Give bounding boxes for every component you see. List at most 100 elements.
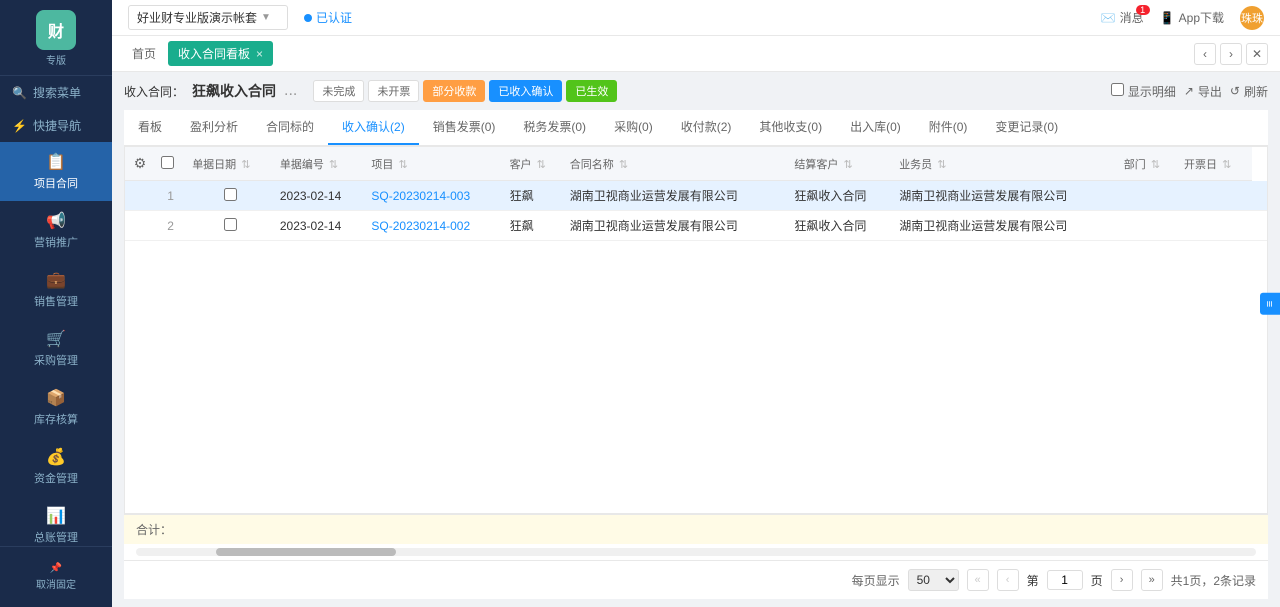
status-uninvoiced[interactable]: 未开票 xyxy=(368,80,419,102)
summary-label: 合计： xyxy=(136,521,172,538)
status-income-confirmed[interactable]: 已收入确认 xyxy=(489,80,562,102)
first-page-button[interactable]: « xyxy=(967,569,989,591)
status-incomplete[interactable]: 未完成 xyxy=(313,80,364,102)
sort-icon[interactable]: ⇅ xyxy=(619,159,628,171)
tab-board[interactable]: 看板 xyxy=(124,110,176,145)
app-icon: 📱 xyxy=(1160,11,1175,25)
sort-icon[interactable]: ⇅ xyxy=(241,159,250,171)
tab-home[interactable]: 首页 xyxy=(124,41,164,66)
more-options-icon[interactable]: ... xyxy=(284,82,297,100)
sort-icon[interactable]: ⇅ xyxy=(329,159,338,171)
sales-icon: 💼 xyxy=(46,270,66,290)
row-code-cell[interactable]: SQ-20230214-003 xyxy=(365,181,503,211)
sort-icon[interactable]: ⇅ xyxy=(1222,159,1231,171)
table-row[interactable]: 1 2023-02-14 SQ-20230214-003 狂飙 湖南卫视商业运营… xyxy=(125,181,1267,211)
tab-attachments[interactable]: 附件(0) xyxy=(915,110,982,145)
sort-icon[interactable]: ⇅ xyxy=(398,159,407,171)
export-button[interactable]: ↗ 导出 xyxy=(1184,83,1222,100)
sort-icon[interactable]: ⇅ xyxy=(843,159,852,171)
tab-contract-board[interactable]: 收入合同看板 × xyxy=(168,41,273,66)
topbar: 好业财专业版演示帐套 ▼ 已认证 ✉️ 消息 1 📱 App下载 珠珠 xyxy=(112,0,1280,36)
sidebar-unpin[interactable]: 📌 取消固定 xyxy=(0,555,112,599)
status-buttons: 未完成 未开票 部分收款 已收入确认 已生效 xyxy=(313,80,617,102)
settings-icon[interactable]: ⚙ xyxy=(134,155,147,171)
row-settings-cell xyxy=(125,211,155,241)
scroll-area[interactable] xyxy=(124,544,1268,560)
tab-purchase[interactable]: 采购(0) xyxy=(600,110,667,145)
row-settings-cell xyxy=(125,181,155,211)
tab-close-icon[interactable]: × xyxy=(256,47,263,61)
tab-close-button[interactable]: ✕ xyxy=(1246,43,1268,65)
next-page-button[interactable]: › xyxy=(1111,569,1133,591)
search-icon: 🔍 xyxy=(12,86,27,100)
table-row[interactable]: 2 2023-02-14 SQ-20230214-002 狂飙 湖南卫视商业运营… xyxy=(125,211,1267,241)
tab-sales-invoice[interactable]: 销售发票(0) xyxy=(419,110,510,145)
tab-tax-invoice[interactable]: 税务发票(0) xyxy=(509,110,600,145)
status-partial-payment[interactable]: 部分收款 xyxy=(423,80,485,102)
sidebar-item-ledger[interactable]: 📊 总账管理 xyxy=(0,496,112,546)
tab-contract-subject[interactable]: 合同标的 xyxy=(252,110,328,145)
tab-income-confirm[interactable]: 收入确认(2) xyxy=(328,110,419,145)
sidebar-item-label: 库存核算 xyxy=(34,411,78,427)
prev-page-button[interactable]: ‹ xyxy=(997,569,1019,591)
tab-next-button[interactable]: › xyxy=(1220,43,1242,65)
sort-icon[interactable]: ⇅ xyxy=(537,159,546,171)
select-all-checkbox[interactable] xyxy=(161,156,174,169)
chevron-down-icon: ▼ xyxy=(261,12,271,23)
sort-icon[interactable]: ⇅ xyxy=(1151,159,1160,171)
scroll-thumb[interactable] xyxy=(216,548,396,556)
tab-warehouse[interactable]: 出入库(0) xyxy=(836,110,915,145)
sidebar-search[interactable]: 🔍 搜索菜单 xyxy=(0,76,112,109)
tab-payment[interactable]: 收付款(2) xyxy=(667,110,746,145)
funds-icon: 💰 xyxy=(46,447,66,467)
topbar-right: ✉️ 消息 1 📱 App下载 珠珠 xyxy=(1101,6,1264,30)
sidebar-item-funds[interactable]: 💰 资金管理 xyxy=(0,437,112,496)
table-body: 1 2023-02-14 SQ-20230214-003 狂飙 湖南卫视商业运营… xyxy=(125,181,1267,241)
app-download-button[interactable]: 📱 App下载 xyxy=(1160,9,1224,26)
sidebar-item-inventory[interactable]: 📦 库存核算 xyxy=(0,378,112,437)
tab-change-log[interactable]: 变更记录(0) xyxy=(981,110,1072,145)
tab-prev-button[interactable]: ‹ xyxy=(1194,43,1216,65)
verified-dot xyxy=(304,14,312,22)
pagination-row: 每页显示 50 100 200 « ‹ 第 页 › » 共1页，2条记录 xyxy=(124,560,1268,599)
per-page-select[interactable]: 50 100 200 xyxy=(908,569,959,591)
status-effective[interactable]: 已生效 xyxy=(566,80,617,102)
table-header: ⚙ 单据日期 ⇅ 单据编号 ⇅ xyxy=(125,147,1267,181)
show-detail-checkbox[interactable] xyxy=(1111,83,1124,96)
row-invoice-date-cell xyxy=(1252,181,1267,211)
user-avatar[interactable]: 珠珠 xyxy=(1240,6,1264,30)
col-settings[interactable]: ⚙ xyxy=(125,147,155,181)
row-checkbox-cell[interactable] xyxy=(186,181,274,211)
table-area: ⚙ 单据日期 ⇅ 单据编号 ⇅ xyxy=(124,146,1268,514)
tab-profit-analysis[interactable]: 盈利分析 xyxy=(176,110,252,145)
sidebar-item-sales[interactable]: 💼 销售管理 xyxy=(0,260,112,319)
col-invoice-date: 开票日 ⇅ xyxy=(1178,147,1252,181)
per-page-label: 每页显示 xyxy=(852,572,900,589)
scroll-track[interactable] xyxy=(136,548,1256,556)
company-name: 好业财专业版演示帐套 xyxy=(137,9,257,26)
last-page-button[interactable]: » xyxy=(1141,569,1163,591)
sidebar-item-label: 营销推广 xyxy=(34,234,78,250)
tabbar: 首页 收入合同看板 × ‹ › ✕ xyxy=(112,36,1280,72)
row-num-cell: 1 xyxy=(155,181,186,211)
message-button[interactable]: ✉️ 消息 1 xyxy=(1101,9,1144,26)
row-checkbox-cell[interactable] xyxy=(186,211,274,241)
row-code-cell[interactable]: SQ-20230214-002 xyxy=(365,211,503,241)
main-content: 好业财专业版演示帐套 ▼ 已认证 ✉️ 消息 1 📱 App下载 珠珠 首页 收 xyxy=(112,0,1280,607)
refresh-button[interactable]: ↺ 刷新 xyxy=(1230,83,1268,100)
right-action-bar: ≡ xyxy=(1260,292,1280,314)
row-customer-cell: 湖南卫视商业运营发展有限公司 xyxy=(564,181,789,211)
sidebar-quick-nav[interactable]: ⚡ 快捷导航 xyxy=(0,109,112,142)
sub-tabs: 看板 盈利分析 合同标的 收入确认(2) 销售发票(0) 税务发票(0) 采购(… xyxy=(124,110,1268,146)
sort-icon[interactable]: ⇅ xyxy=(937,159,946,171)
sidebar-bottom: 📌 取消固定 xyxy=(0,546,112,607)
sidebar-item-marketing[interactable]: 📢 营销推广 xyxy=(0,201,112,260)
company-selector[interactable]: 好业财专业版演示帐套 ▼ xyxy=(128,5,288,30)
tab-other-income[interactable]: 其他收支(0) xyxy=(745,110,836,145)
sidebar-item-project-contract[interactable]: 📋 项目合同 xyxy=(0,142,112,201)
sidebar-item-purchase[interactable]: 🛒 采购管理 xyxy=(0,319,112,378)
page-label2: 页 xyxy=(1091,572,1103,589)
page-input[interactable] xyxy=(1047,570,1083,590)
right-action-button[interactable]: ≡ xyxy=(1260,292,1280,314)
col-checkbox[interactable] xyxy=(155,147,186,181)
